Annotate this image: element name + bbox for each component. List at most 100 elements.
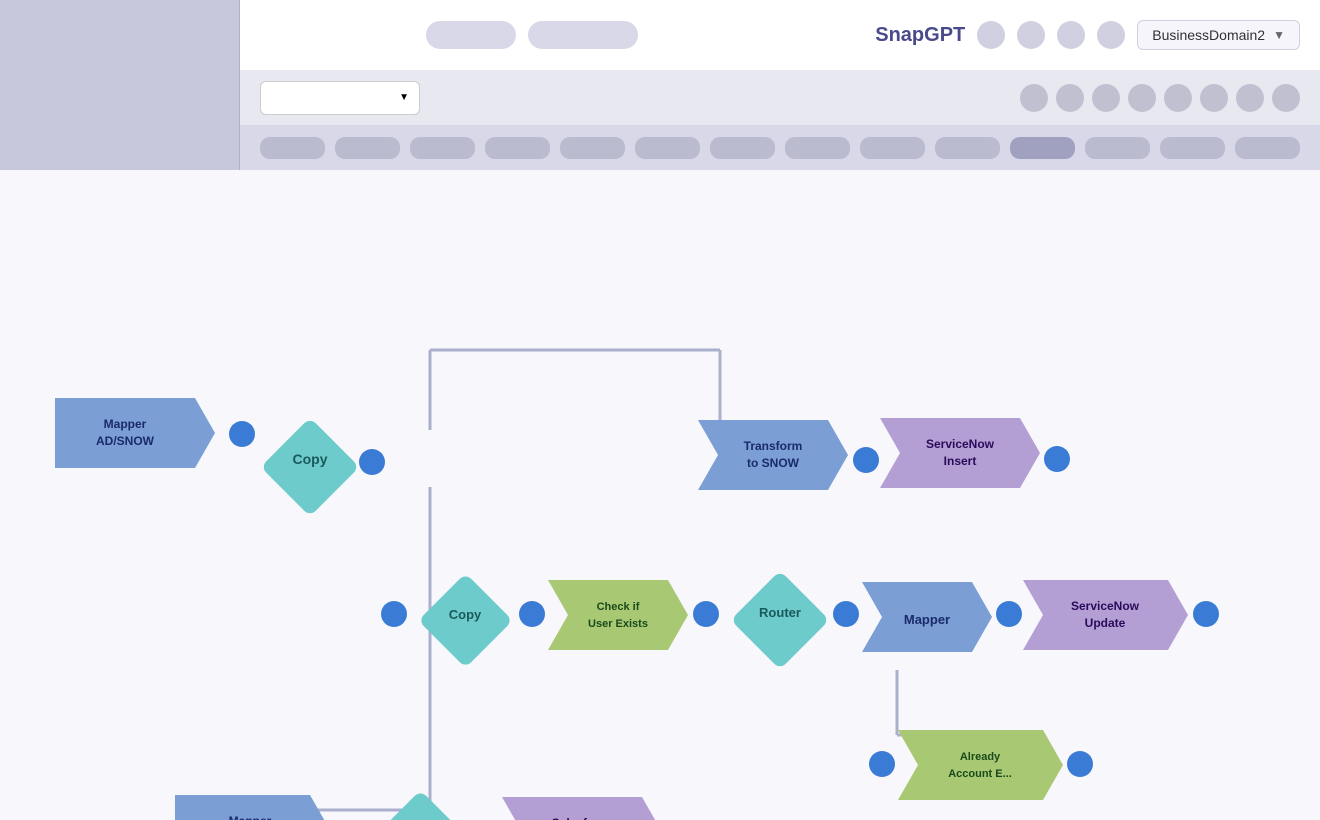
svg-text:Copy: Copy	[449, 607, 482, 622]
sidebar-panel	[0, 0, 240, 170]
tab-12[interactable]	[1160, 137, 1225, 159]
svg-text:Mapper: Mapper	[229, 814, 272, 820]
svg-text:to SNOW: to SNOW	[747, 456, 800, 470]
header-pill-1[interactable]	[426, 21, 516, 49]
dot-after-sn-update	[1192, 600, 1220, 633]
dot-after-check-user	[692, 600, 720, 633]
svg-text:Mapper: Mapper	[904, 612, 950, 627]
tab-9[interactable]	[860, 137, 925, 159]
tab-7[interactable]	[710, 137, 775, 159]
connector-svg	[0, 170, 1320, 820]
snap-dot-2[interactable]	[1017, 21, 1045, 49]
dot-after-copy-row3	[518, 600, 546, 633]
svg-text:Router: Router	[759, 605, 801, 620]
dot-after-sn-insert	[1043, 445, 1071, 478]
toolbar-group: ▼	[260, 81, 420, 115]
tab-active[interactable]	[1010, 137, 1075, 159]
svg-text:Mapper: Mapper	[104, 417, 147, 431]
snapgpt-label: SnapGPT	[875, 24, 965, 47]
check-user-node[interactable]: Check if User Exists	[548, 580, 688, 655]
svg-text:Already: Already	[960, 751, 1001, 763]
servicenow-insert-node[interactable]: ServiceNow Insert	[880, 418, 1040, 493]
header: SL snapLogic SnapGPT BusinessDomain2 ▼ ▼	[0, 0, 1320, 170]
servicenow-update-node[interactable]: ServiceNow Update	[1023, 580, 1188, 655]
svg-text:Check if: Check if	[597, 601, 640, 613]
dot-before-already	[868, 750, 896, 783]
toolbar-dot-1[interactable]	[1020, 84, 1048, 112]
tab-5[interactable]	[560, 137, 625, 159]
copy-diamond-row1[interactable]: Copy	[260, 417, 360, 522]
dropdown-arrow-icon: ▼	[399, 92, 409, 103]
mapper-row3-node[interactable]: Mapper	[862, 582, 992, 657]
head-diamond-node[interactable]: Head	[373, 790, 468, 820]
snap-dot-1[interactable]	[977, 21, 1005, 49]
svg-text:Salesforce: Salesforce	[552, 816, 613, 820]
header-middle: ▼	[240, 70, 1320, 125]
svg-text:Account E...: Account E...	[948, 768, 1012, 780]
tab-13[interactable]	[1235, 137, 1300, 159]
connector-dot-2[interactable]	[358, 448, 386, 476]
salesforce-create-node[interactable]: Salesforce Create	[502, 797, 662, 820]
connector-dot-1[interactable]	[228, 420, 256, 448]
tab-10[interactable]	[935, 137, 1000, 159]
tab-6[interactable]	[635, 137, 700, 159]
mapper-sfdc-node[interactable]: Mapper SFDC	[175, 795, 330, 820]
toolbar-dot-3[interactable]	[1092, 84, 1120, 112]
toolbar-dropdown[interactable]: ▼	[260, 81, 420, 115]
dot-after-router	[832, 600, 860, 633]
dot-after-already	[1066, 750, 1094, 783]
connector-dot-7[interactable]	[692, 600, 720, 628]
dot-after-mapper-row3	[995, 600, 1023, 633]
tab-11[interactable]	[1085, 137, 1150, 159]
toolbar-dots	[1020, 84, 1300, 112]
svg-text:Copy: Copy	[293, 451, 328, 467]
connector-dot-5[interactable]	[380, 600, 408, 628]
connector-dot-9[interactable]	[995, 600, 1023, 628]
pipeline-canvas: Mapper AD/SNOW Copy Transform to SNOW	[0, 170, 1320, 820]
tab-8[interactable]	[785, 137, 850, 159]
svg-text:User Exists: User Exists	[588, 618, 648, 630]
toolbar-dot-2[interactable]	[1056, 84, 1084, 112]
svg-text:Insert: Insert	[944, 454, 977, 468]
snapgpt-area: SnapGPT BusinessDomain2 ▼	[875, 20, 1300, 50]
row1-group: Mapper AD/SNOW	[55, 398, 207, 468]
connector-dot-6[interactable]	[518, 600, 546, 628]
header-center	[426, 21, 638, 49]
snap-dot-4[interactable]	[1097, 21, 1125, 49]
copy-diamond-row3[interactable]: Copy	[418, 573, 513, 673]
connector-dot-4[interactable]	[1043, 445, 1071, 473]
connector-dot-3[interactable]	[852, 446, 880, 474]
snap-dot-3[interactable]	[1057, 21, 1085, 49]
already-account-node[interactable]: Already Account E...	[898, 730, 1063, 805]
svg-text:ServiceNow: ServiceNow	[926, 437, 995, 451]
dot-after-copy1	[358, 448, 386, 481]
dot-after-mapper	[228, 420, 256, 453]
connector-dot-10[interactable]	[1192, 600, 1220, 628]
svg-text:Transform: Transform	[744, 439, 803, 453]
header-pill-2[interactable]	[528, 21, 638, 49]
toolbar-dot-4[interactable]	[1128, 84, 1156, 112]
toolbar-dot-8[interactable]	[1272, 84, 1300, 112]
toolbar-dot-7[interactable]	[1236, 84, 1264, 112]
dot-row3-start	[380, 600, 408, 633]
tab-1[interactable]	[260, 137, 325, 159]
tab-3[interactable]	[410, 137, 475, 159]
mapper-adsnow-node[interactable]: Mapper AD/SNOW	[55, 398, 215, 468]
domain-label: BusinessDomain2	[1152, 27, 1265, 43]
connector-dot-11[interactable]	[868, 750, 896, 778]
domain-selector[interactable]: BusinessDomain2 ▼	[1137, 20, 1300, 50]
svg-text:Update: Update	[1085, 616, 1126, 630]
connector-dot-12[interactable]	[1066, 750, 1094, 778]
dot-after-transform	[852, 446, 880, 479]
toolbar-dot-6[interactable]	[1200, 84, 1228, 112]
connector-dot-8[interactable]	[832, 600, 860, 628]
chevron-down-icon: ▼	[1273, 28, 1285, 42]
tab-4[interactable]	[485, 137, 550, 159]
svg-text:AD/SNOW: AD/SNOW	[96, 434, 155, 448]
router-diamond-node[interactable]: Router	[730, 570, 830, 675]
toolbar-dot-5[interactable]	[1164, 84, 1192, 112]
tab-2[interactable]	[335, 137, 400, 159]
transform-snow-node[interactable]: Transform to SNOW	[698, 420, 848, 495]
header-bottom-tabs	[240, 125, 1320, 170]
svg-text:ServiceNow: ServiceNow	[1071, 599, 1140, 613]
